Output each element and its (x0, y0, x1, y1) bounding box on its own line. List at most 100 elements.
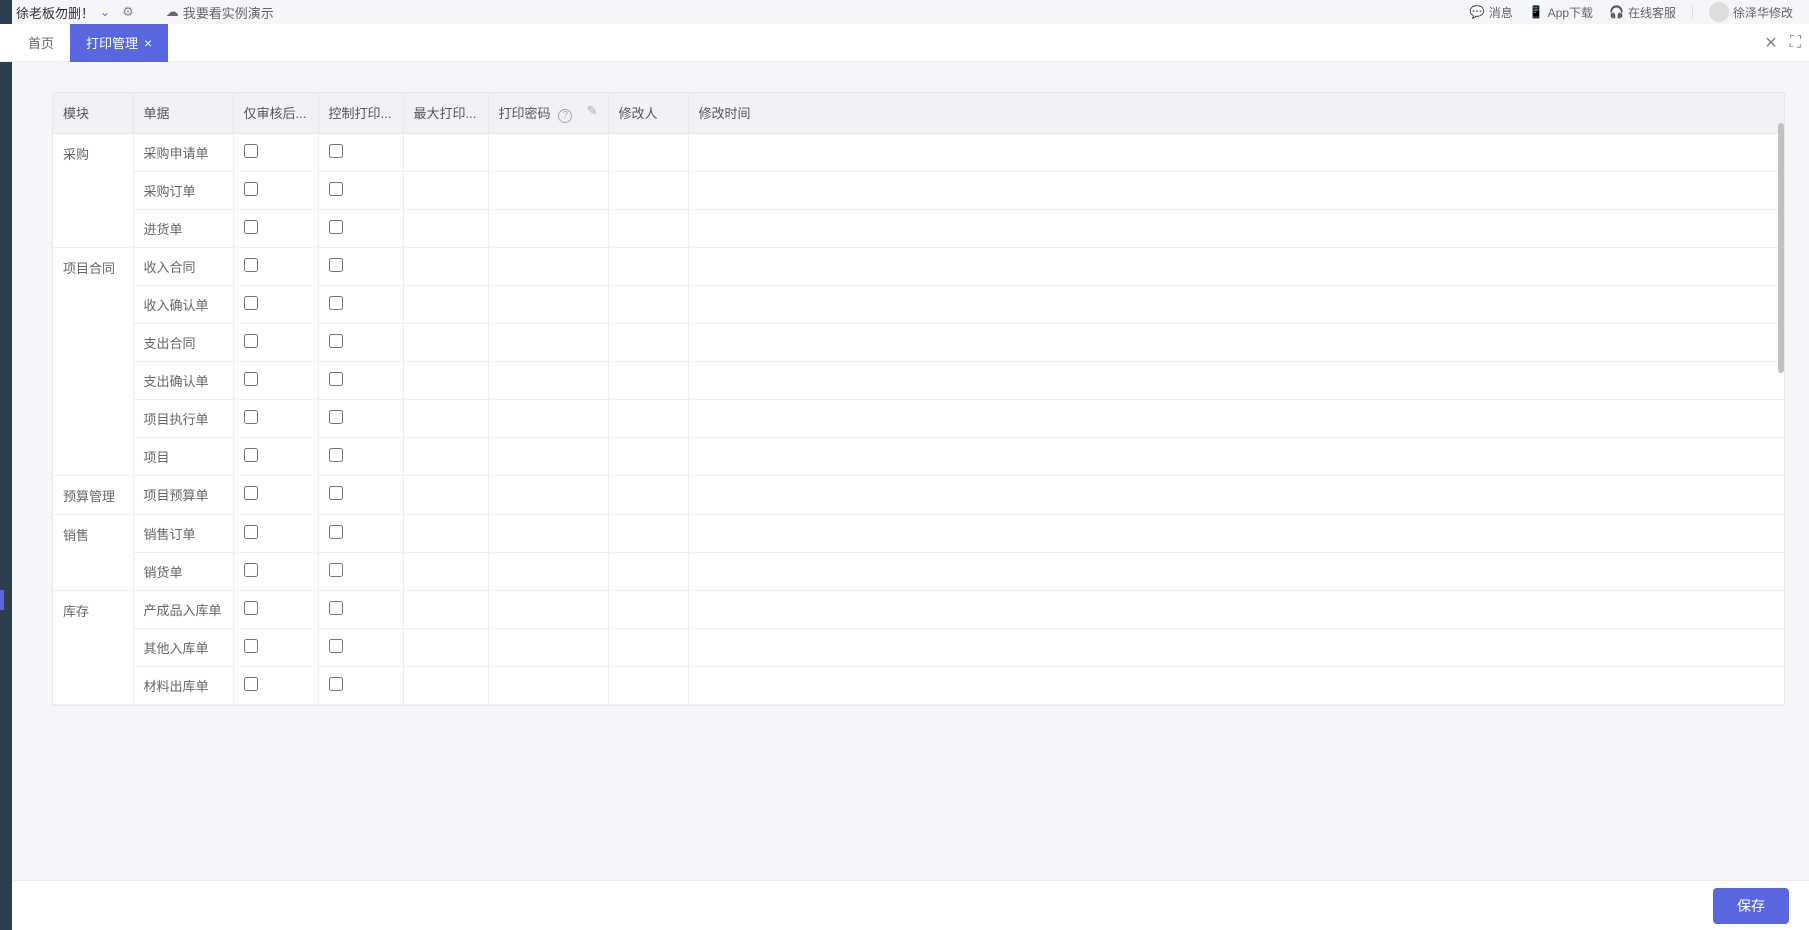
password-cell[interactable] (488, 590, 608, 628)
fullscreen-icon[interactable]: ⛶ (1790, 34, 1801, 52)
table-row: 销货单 (53, 552, 1784, 590)
max-print-cell[interactable] (403, 437, 488, 475)
password-cell[interactable] (488, 552, 608, 590)
checkbox-cell (318, 171, 403, 209)
max-print-cell[interactable] (403, 133, 488, 171)
approve-checkbox[interactable] (244, 334, 258, 348)
sidebar-active-marker (0, 590, 4, 610)
control-checkbox[interactable] (329, 563, 343, 577)
control-checkbox[interactable] (329, 486, 343, 500)
password-cell[interactable] (488, 133, 608, 171)
help-icon[interactable]: ? (558, 109, 572, 123)
password-cell[interactable] (488, 361, 608, 399)
password-cell[interactable] (488, 285, 608, 323)
max-print-cell[interactable] (403, 514, 488, 552)
control-checkbox[interactable] (329, 334, 343, 348)
password-cell[interactable] (488, 628, 608, 666)
control-checkbox[interactable] (329, 639, 343, 653)
approve-checkbox[interactable] (244, 372, 258, 386)
table-row: 预算管理项目预算单 (53, 475, 1784, 514)
cloud-icon: ☁ (166, 4, 179, 20)
password-cell[interactable] (488, 437, 608, 475)
tab-print-management[interactable]: 打印管理 × (70, 24, 168, 62)
content-area: 模块 单据 仅审核后... 控制打印... 最大打印... 打印密码 ? ✎ 修… (12, 62, 1809, 786)
control-checkbox[interactable] (329, 144, 343, 158)
password-cell[interactable] (488, 514, 608, 552)
print-settings-table: 模块 单据 仅审核后... 控制打印... 最大打印... 打印密码 ? ✎ 修… (52, 92, 1785, 706)
approve-checkbox[interactable] (244, 486, 258, 500)
max-print-cell[interactable] (403, 666, 488, 704)
max-print-cell[interactable] (403, 399, 488, 437)
support-link[interactable]: 🎧 在线客服 (1609, 4, 1676, 21)
chevron-down-icon: ⌄ (100, 5, 110, 19)
approve-checkbox[interactable] (244, 639, 258, 653)
max-print-cell[interactable] (403, 590, 488, 628)
doc-cell: 销货单 (133, 552, 233, 590)
max-print-cell[interactable] (403, 209, 488, 247)
max-print-cell[interactable] (403, 247, 488, 285)
user-menu[interactable]: 徐泽华修改 (1709, 2, 1793, 22)
table-row: 进货单 (53, 209, 1784, 247)
table-row: 项目执行单 (53, 399, 1784, 437)
table-row: 库存产成品入库单 (53, 590, 1784, 628)
approve-checkbox[interactable] (244, 220, 258, 234)
approve-checkbox[interactable] (244, 448, 258, 462)
password-cell[interactable] (488, 209, 608, 247)
approve-checkbox[interactable] (244, 182, 258, 196)
control-checkbox[interactable] (329, 182, 343, 196)
doc-cell: 其他入库单 (133, 628, 233, 666)
password-cell[interactable] (488, 247, 608, 285)
control-checkbox[interactable] (329, 410, 343, 424)
save-button[interactable]: 保存 (1713, 888, 1789, 924)
gear-icon[interactable]: ⚙ (122, 4, 134, 20)
approve-checkbox[interactable] (244, 258, 258, 272)
scrollbar[interactable] (1778, 123, 1784, 373)
max-print-cell[interactable] (403, 285, 488, 323)
tab-print-label: 打印管理 (86, 33, 138, 52)
checkbox-cell (233, 361, 318, 399)
doc-cell: 支出确认单 (133, 361, 233, 399)
demo-link[interactable]: ☁ 我要看实例演示 (166, 3, 274, 22)
max-print-cell[interactable] (403, 361, 488, 399)
approve-checkbox[interactable] (244, 144, 258, 158)
password-cell[interactable] (488, 666, 608, 704)
control-checkbox[interactable] (329, 677, 343, 691)
edit-icon[interactable]: ✎ (587, 103, 598, 119)
module-cell: 预算管理 (53, 475, 133, 514)
close-all-icon[interactable]: ✕ (1764, 33, 1777, 53)
approve-checkbox[interactable] (244, 563, 258, 577)
password-cell[interactable] (488, 399, 608, 437)
app-download-link[interactable]: 📱 App下载 (1529, 4, 1593, 21)
modifier-cell (608, 323, 688, 361)
approve-checkbox[interactable] (244, 296, 258, 310)
close-icon[interactable]: × (144, 35, 152, 51)
table-row: 收入确认单 (53, 285, 1784, 323)
company-selector[interactable]: 徐老板勿删！ ⌄ (16, 3, 110, 22)
header-control-print: 控制打印... (318, 93, 403, 133)
messages-link[interactable]: 💬 消息 (1470, 4, 1513, 21)
control-checkbox[interactable] (329, 372, 343, 386)
max-print-cell[interactable] (403, 323, 488, 361)
approve-checkbox[interactable] (244, 410, 258, 424)
control-checkbox[interactable] (329, 448, 343, 462)
doc-cell: 项目预算单 (133, 475, 233, 514)
control-checkbox[interactable] (329, 258, 343, 272)
tab-home[interactable]: 首页 (12, 24, 70, 62)
control-checkbox[interactable] (329, 601, 343, 615)
control-checkbox[interactable] (329, 296, 343, 310)
max-print-cell[interactable] (403, 628, 488, 666)
password-cell[interactable] (488, 171, 608, 209)
control-checkbox[interactable] (329, 525, 343, 539)
table-row: 采购订单 (53, 171, 1784, 209)
username-label: 徐泽华修改 (1733, 4, 1793, 21)
approve-checkbox[interactable] (244, 677, 258, 691)
max-print-cell[interactable] (403, 475, 488, 514)
max-print-cell[interactable] (403, 552, 488, 590)
password-cell[interactable] (488, 323, 608, 361)
control-checkbox[interactable] (329, 220, 343, 234)
approve-checkbox[interactable] (244, 601, 258, 615)
modifier-cell (608, 552, 688, 590)
max-print-cell[interactable] (403, 171, 488, 209)
approve-checkbox[interactable] (244, 525, 258, 539)
password-cell[interactable] (488, 475, 608, 514)
